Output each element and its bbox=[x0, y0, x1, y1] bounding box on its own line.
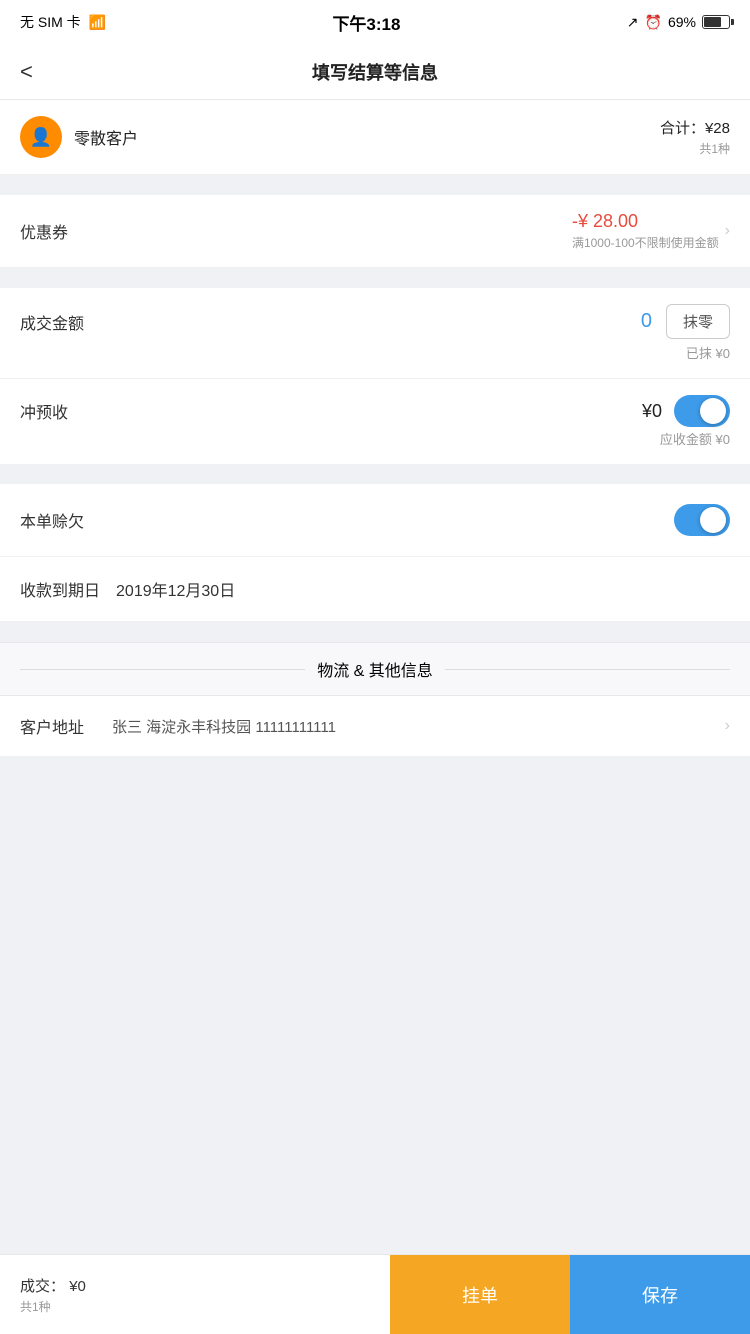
prepay-sub-text: 应收金额 ¥0 bbox=[660, 429, 730, 448]
due-date-row: 收款到期日 2019年12月30日 bbox=[20, 577, 730, 601]
round-zero-button[interactable]: 抹零 bbox=[666, 304, 730, 339]
coupon-desc: 满1000-100不限制使用金额 bbox=[572, 234, 719, 251]
wifi-icon: 📶 bbox=[89, 14, 106, 31]
separator-3 bbox=[0, 474, 750, 484]
coupon-chevron: › bbox=[725, 222, 730, 240]
prepay-label: 冲预收 bbox=[20, 399, 100, 423]
coupon-label: 优惠券 bbox=[20, 219, 100, 243]
debt-section: 本单赊欠 收款到期日 2019年12月30日 bbox=[0, 484, 750, 622]
coupon-amount: -¥ 28.00 bbox=[572, 211, 719, 232]
separator-2 bbox=[0, 278, 750, 288]
separator-1 bbox=[0, 185, 750, 195]
customer-name: 零散客户 bbox=[74, 125, 138, 149]
customer-right: 合计：¥28 共1种 bbox=[660, 117, 730, 157]
empty-space bbox=[0, 766, 750, 966]
status-right: ↗ ⏰ 69% bbox=[627, 14, 730, 31]
page-title: 填写结算等信息 bbox=[312, 59, 438, 85]
bottom-info: 成交： ¥0 共1种 bbox=[0, 1275, 390, 1315]
amount-sub-text: 已抹 ¥0 bbox=[686, 343, 730, 362]
bottom-count: 共1种 bbox=[20, 1298, 370, 1315]
due-date-section: 收款到期日 2019年12月30日 bbox=[0, 557, 750, 622]
deal-amount-value[interactable]: 0 bbox=[641, 310, 652, 333]
divider-line: 物流 & 其他信息 bbox=[20, 657, 730, 681]
address-label: 客户地址 bbox=[20, 714, 100, 738]
customer-left: 👤 零散客户 bbox=[20, 116, 138, 158]
save-button[interactable]: 保存 bbox=[570, 1255, 750, 1334]
debt-toggle[interactable] bbox=[674, 504, 730, 536]
content-area: 👤 零散客户 合计：¥28 共1种 优惠券 -¥ 28.00 满1000-100… bbox=[0, 100, 750, 1066]
logistics-label: 物流 & 其他信息 bbox=[317, 657, 433, 681]
prepay-row: 冲预收 ¥0 应收金额 ¥0 bbox=[0, 379, 750, 464]
amount-top: 成交金额 0 抹零 bbox=[20, 304, 730, 339]
hang-button[interactable]: 挂单 bbox=[390, 1255, 570, 1334]
coupon-right: -¥ 28.00 满1000-100不限制使用金额 › bbox=[572, 211, 730, 251]
customer-section: 👤 零散客户 合计：¥28 共1种 bbox=[0, 100, 750, 175]
due-date-value[interactable]: 2019年12月30日 bbox=[116, 577, 235, 601]
coupon-section[interactable]: 优惠券 -¥ 28.00 满1000-100不限制使用金额 › bbox=[0, 195, 750, 268]
status-bar: 无 SIM 卡 📶 下午3:18 ↗ ⏰ 69% bbox=[0, 0, 750, 44]
battery-icon bbox=[702, 15, 730, 29]
customer-avatar: 👤 bbox=[20, 116, 62, 158]
deal-amount-label: 成交金额 bbox=[20, 310, 100, 334]
prepay-top: 冲预收 ¥0 bbox=[20, 395, 730, 427]
amount-row: 成交金额 0 抹零 已抹 ¥0 bbox=[0, 288, 750, 379]
bottom-deal-value: ¥0 bbox=[69, 1278, 86, 1295]
prepay-value: ¥0 bbox=[642, 401, 662, 422]
status-time: 下午3:18 bbox=[332, 10, 400, 35]
location-icon: ↗ bbox=[627, 14, 639, 31]
coupon-row[interactable]: 优惠券 -¥ 28.00 满1000-100不限制使用金额 › bbox=[20, 211, 730, 251]
customer-count: 共1种 bbox=[660, 140, 730, 157]
debt-row: 本单赊欠 bbox=[0, 484, 750, 557]
back-button[interactable]: < bbox=[20, 59, 33, 85]
coupon-row-container[interactable]: 优惠券 -¥ 28.00 满1000-100不限制使用金额 › bbox=[0, 195, 750, 268]
address-value: 张三 海淀永丰科技园 11111111111 bbox=[112, 716, 725, 737]
amount-bottom: 已抹 ¥0 bbox=[20, 343, 730, 362]
bottom-bar: 成交： ¥0 共1种 挂单 保存 bbox=[0, 1254, 750, 1334]
address-row[interactable]: 客户地址 张三 海淀永丰科技园 11111111111 › bbox=[0, 696, 750, 756]
prepay-toggle[interactable] bbox=[674, 395, 730, 427]
separator-4 bbox=[0, 632, 750, 642]
address-chevron: › bbox=[725, 717, 730, 735]
alarm-icon: ⏰ bbox=[645, 14, 662, 31]
battery-percent: 69% bbox=[668, 14, 696, 30]
customer-row: 👤 零散客户 合计：¥28 共1种 bbox=[0, 100, 750, 175]
avatar-icon: 👤 bbox=[30, 127, 52, 148]
logistics-divider: 物流 & 其他信息 bbox=[0, 642, 750, 696]
address-section[interactable]: 客户地址 张三 海淀永丰科技园 11111111111 › bbox=[0, 696, 750, 756]
bottom-deal-text: 成交： ¥0 bbox=[20, 1275, 370, 1296]
prepay-bottom: 应收金额 ¥0 bbox=[20, 429, 730, 448]
debt-label: 本单赊欠 bbox=[20, 508, 84, 532]
deal-amount-section: 成交金额 0 抹零 已抹 ¥0 冲预收 ¥0 应收金额 ¥0 bbox=[0, 288, 750, 464]
due-date-label: 收款到期日 bbox=[20, 577, 100, 601]
customer-total: 合计：¥28 bbox=[660, 117, 730, 138]
no-sim-text: 无 SIM 卡 bbox=[20, 12, 81, 32]
nav-bar: < 填写结算等信息 bbox=[0, 44, 750, 100]
bottom-deal-label: 成交： bbox=[20, 1278, 65, 1295]
status-left: 无 SIM 卡 📶 bbox=[20, 12, 106, 32]
